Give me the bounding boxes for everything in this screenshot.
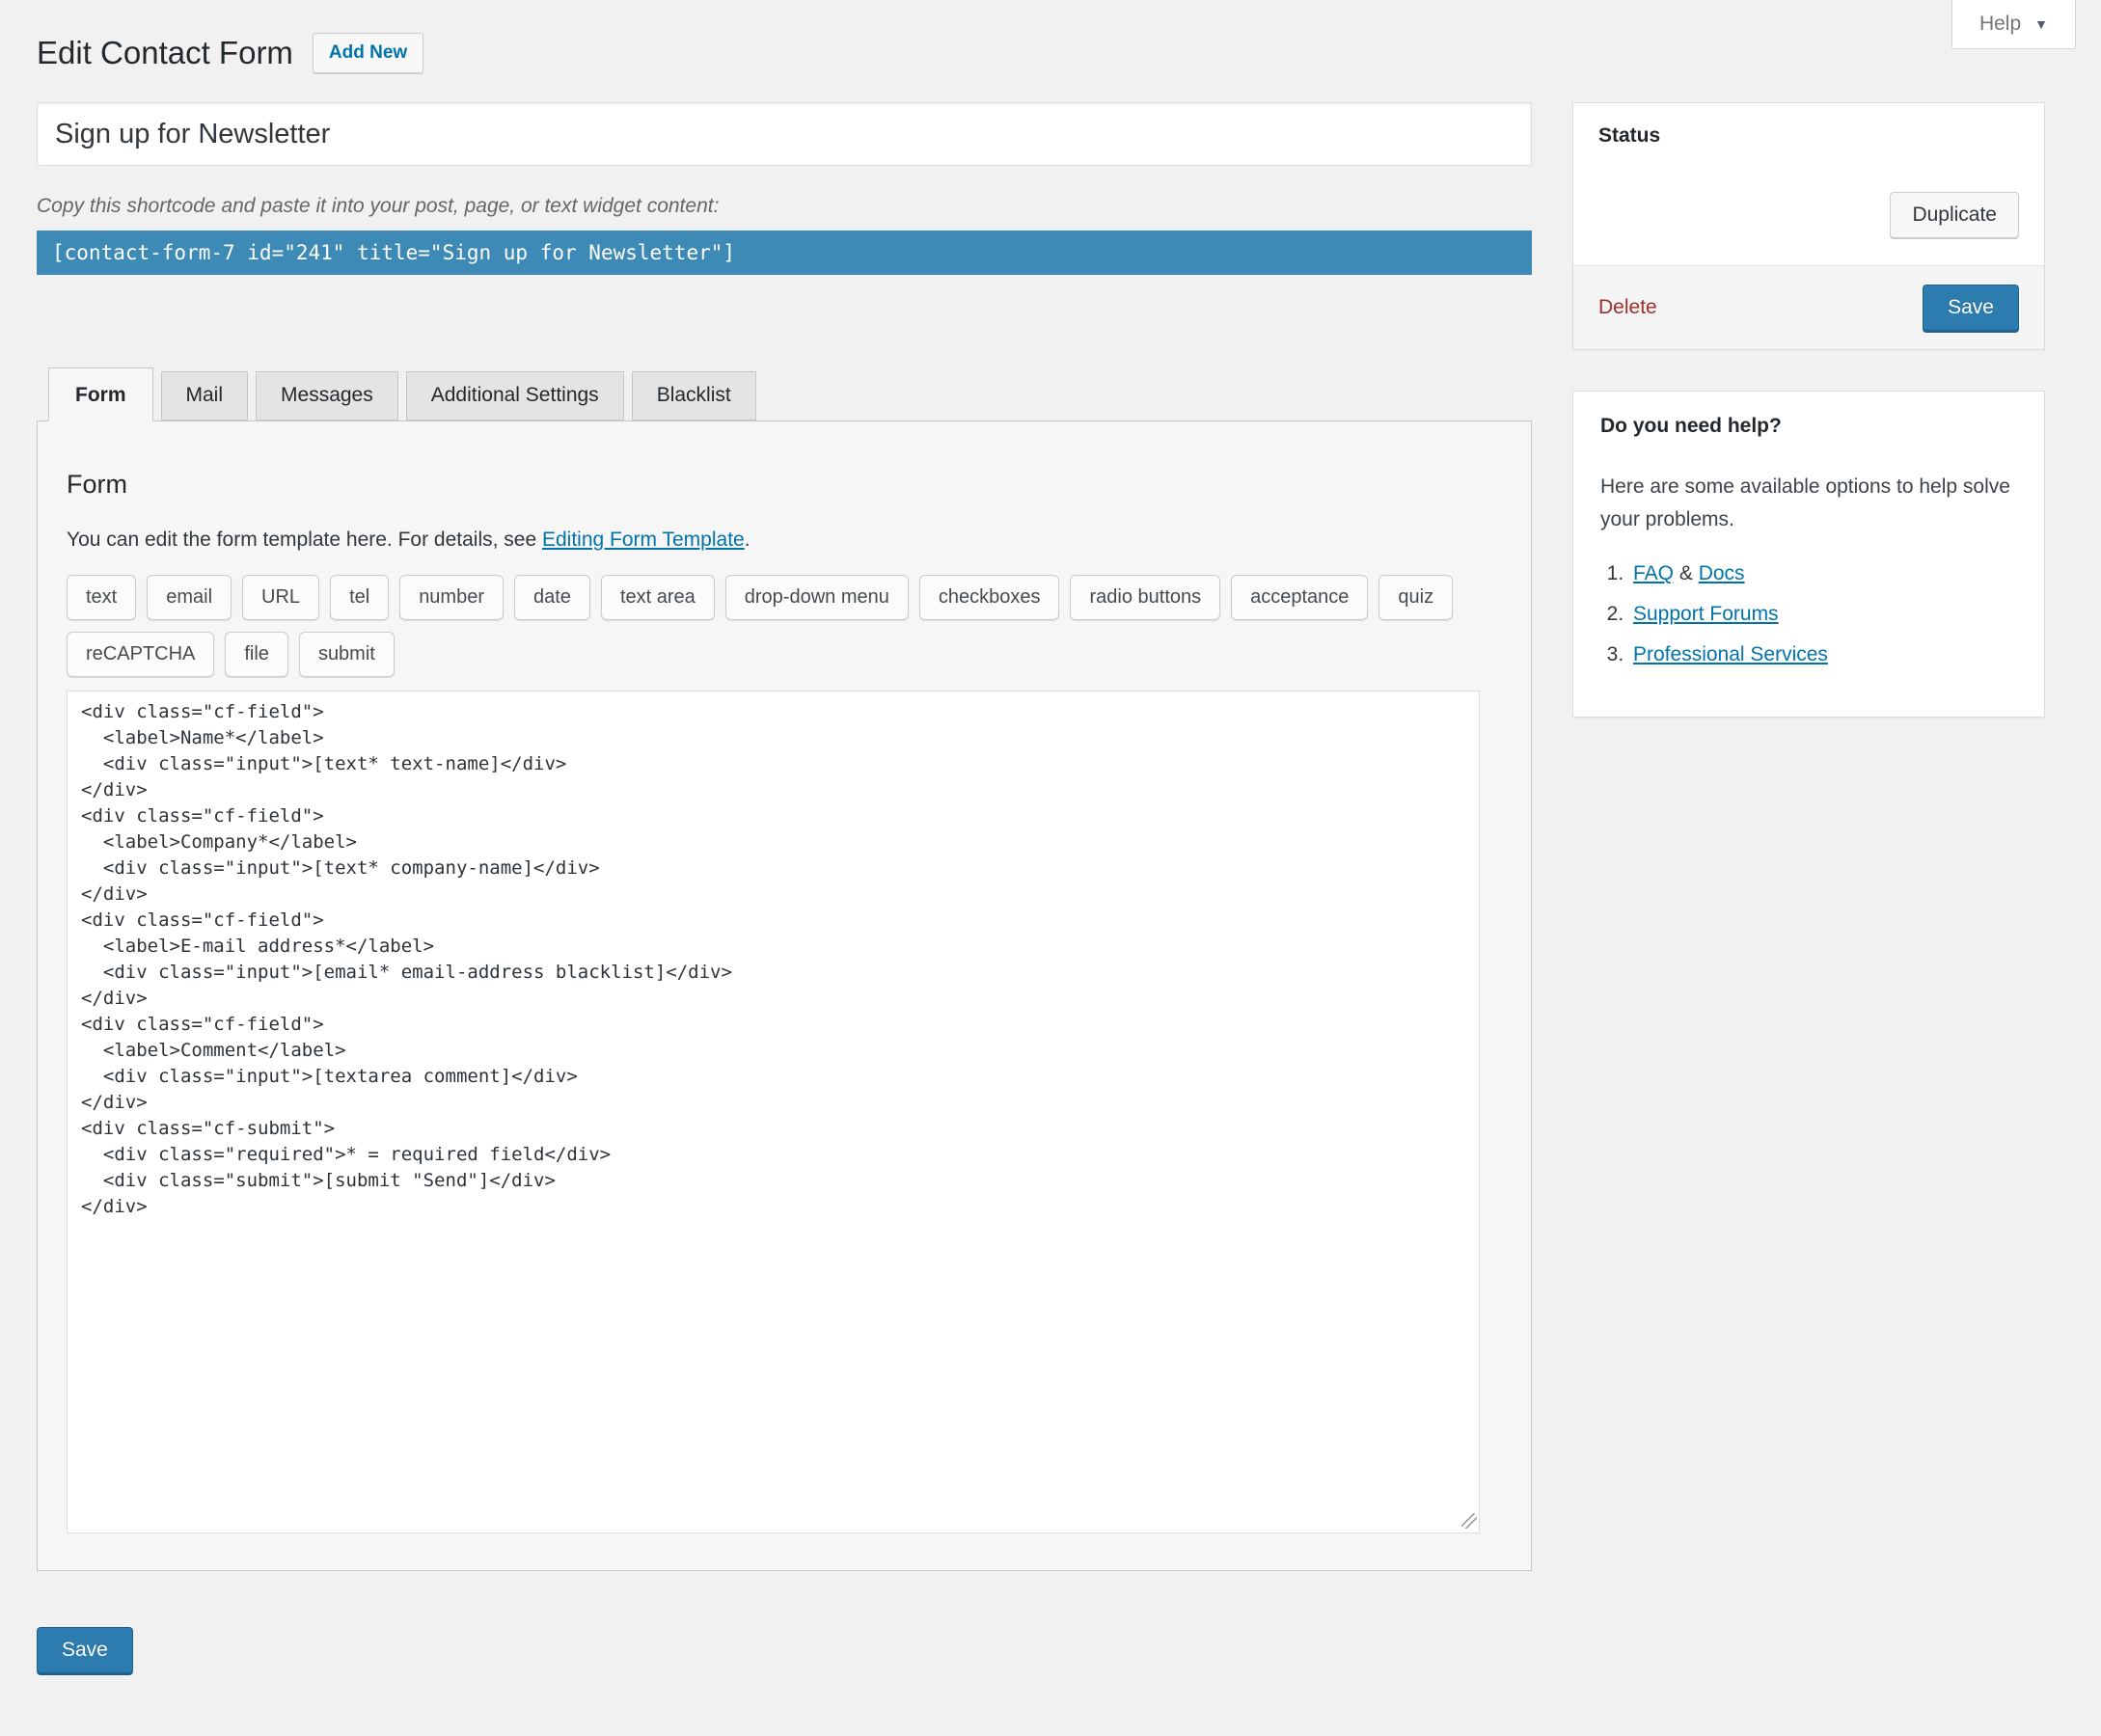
tag-generator-button[interactable]: URL — [242, 575, 320, 620]
help-button-label: Help — [1978, 13, 2022, 35]
tag-generator-button[interactable]: text — [67, 575, 137, 620]
tag-generator-button[interactable]: checkboxes — [918, 575, 1060, 620]
tag-generator-button[interactable]: date — [514, 575, 590, 620]
panel-description: You can edit the form template here. For… — [67, 529, 1502, 552]
support-forums-link[interactable]: Support Forums — [1633, 603, 1779, 625]
tag-generator-button[interactable]: reCAPTCHA — [67, 632, 215, 677]
form-template-editor: <div class="cf-field"> <label>Name*</lab… — [67, 691, 1502, 1533]
panel-description-period: . — [744, 529, 750, 551]
tab-additional-settings[interactable]: Additional Settings — [405, 371, 624, 420]
textarea-resize-handle[interactable] — [1461, 1513, 1477, 1529]
page-title: Edit Contact Form — [37, 35, 293, 71]
tag-generator-button[interactable]: tel — [330, 575, 390, 620]
chevron-down-icon: ▼ — [2034, 16, 2048, 32]
editing-form-template-link[interactable]: Editing Form Template — [542, 529, 745, 551]
duplicate-button[interactable]: Duplicate — [1890, 192, 2019, 238]
tab-mail[interactable]: Mail — [160, 371, 249, 420]
help-button[interactable]: Help ▼ — [1951, 0, 2076, 49]
content-columns: Copy this shortcode and paste it into yo… — [37, 102, 2076, 1673]
edit-contact-form-page: Help ▼ Edit Contact Form Add New Copy th… — [0, 0, 2101, 1673]
tag-generator-button[interactable]: email — [147, 575, 232, 620]
tab-messages[interactable]: Messages — [256, 371, 398, 420]
shortcode-field[interactable]: [contact-form-7 id="241" title="Sign up … — [37, 231, 1532, 275]
tag-generator-button[interactable]: quiz — [1378, 575, 1454, 620]
status-box-body: Status Duplicate — [1573, 103, 2044, 265]
duplicate-row: Duplicate — [1598, 192, 2019, 238]
save-button-sidebar[interactable]: Save — [1923, 285, 2019, 331]
tag-generator-button[interactable]: drop-down menu — [724, 575, 909, 620]
tab-form[interactable]: Form — [48, 367, 153, 421]
status-box-title: Status — [1598, 124, 1661, 147]
delete-link[interactable]: Delete — [1598, 296, 1657, 319]
main-column: Copy this shortcode and paste it into yo… — [37, 102, 1532, 1673]
tag-generator-buttons: text email URL tel number date text area — [67, 575, 1502, 677]
help-links-list: FAQ & Docs Support Forums Professional S… — [1600, 562, 2017, 666]
status-box-footer: Delete Save — [1573, 265, 2044, 349]
help-list-item-professional-services: Professional Services — [1629, 643, 2017, 666]
panel-heading: Form — [67, 470, 127, 499]
form-template-textarea[interactable]: <div class="cf-field"> <label>Name*</lab… — [67, 691, 1480, 1533]
save-button-bottom[interactable]: Save — [37, 1627, 133, 1673]
tag-generator-button[interactable]: number — [399, 575, 504, 620]
help-box: Do you need help? Here are some availabl… — [1572, 391, 2045, 719]
professional-services-link[interactable]: Professional Services — [1633, 643, 1828, 665]
docs-link[interactable]: Docs — [1699, 562, 1745, 584]
help-list-item-support-forums: Support Forums — [1629, 603, 2017, 626]
faq-link[interactable]: FAQ — [1633, 562, 1674, 584]
status-box: Status Duplicate Delete Save — [1572, 102, 2045, 350]
form-tab-panel: Form You can edit the form template here… — [37, 420, 1532, 1571]
sidebar: Status Duplicate Delete Save Do you need… — [1572, 102, 2045, 745]
shortcode-hint: Copy this shortcode and paste it into yo… — [37, 195, 720, 217]
tag-generator-button[interactable]: radio buttons — [1070, 575, 1221, 620]
form-title-input[interactable] — [37, 102, 1532, 166]
footer-save-row: Save — [37, 1627, 1532, 1673]
page-heading-row: Edit Contact Form Add New — [37, 0, 2076, 73]
help-box-intro: Here are some available options to help … — [1600, 475, 2010, 530]
tab-blacklist[interactable]: Blacklist — [631, 371, 756, 420]
panel-description-text: You can edit the form template here. For… — [67, 529, 542, 551]
tag-generator-button[interactable]: acceptance — [1231, 575, 1369, 620]
help-list-item-faq-docs: FAQ & Docs — [1629, 562, 2017, 585]
help-box-title: Do you need help? — [1600, 415, 1782, 437]
editor-tabs: Form Mail Messages Additional Settings B… — [37, 367, 1532, 421]
add-new-button[interactable]: Add New — [312, 33, 424, 73]
tag-generator-button[interactable]: file — [225, 632, 288, 677]
tag-generator-button[interactable]: text area — [600, 575, 715, 620]
tag-generator-button[interactable]: submit — [298, 632, 395, 677]
help-item-separator: & — [1674, 562, 1699, 585]
